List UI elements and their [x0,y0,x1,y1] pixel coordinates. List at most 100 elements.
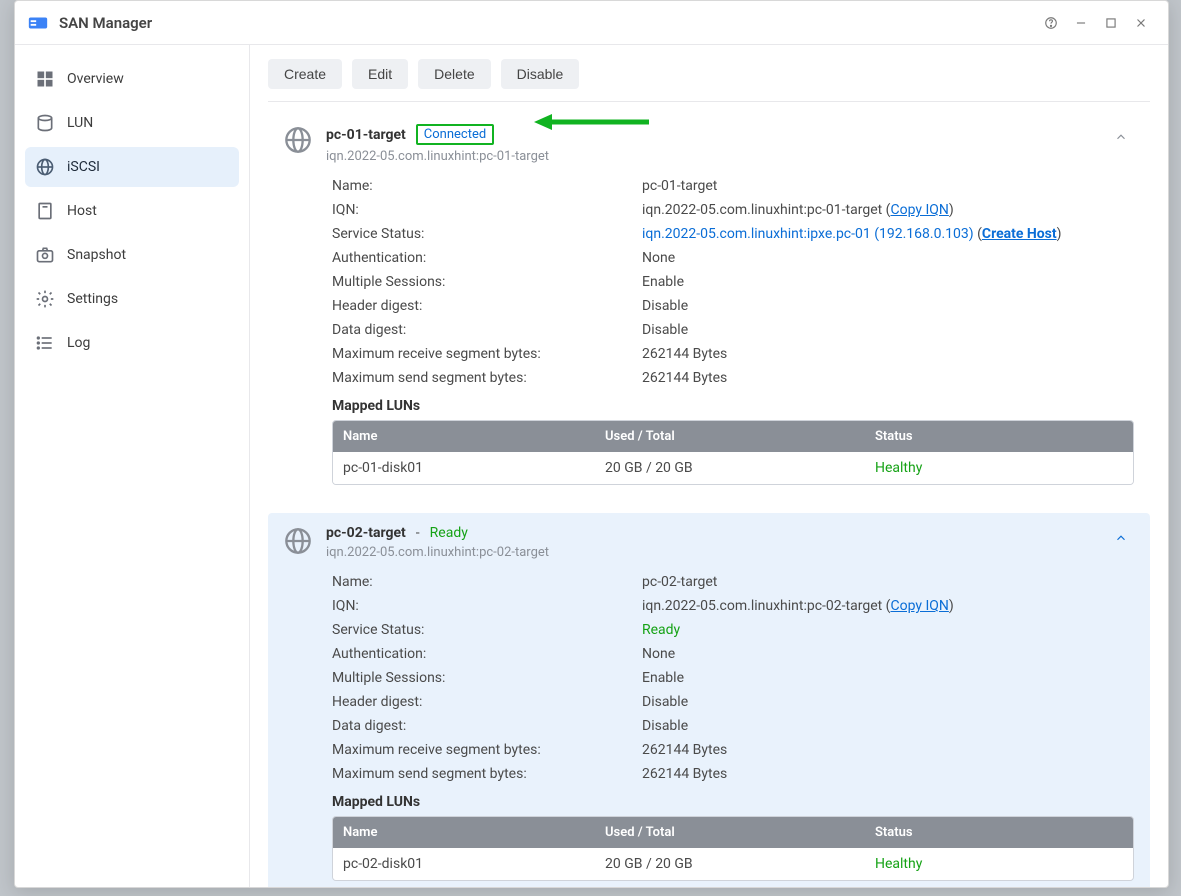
value-multiple-sessions: Enable [642,670,684,686]
sidebar-item-label: LUN [67,115,93,131]
list-icon [35,333,55,353]
collapse-toggle[interactable] [1108,124,1134,154]
value-iqn: iqn.2022-05.com.linuxhint:pc-02-target (… [642,598,954,614]
value-service-status: Ready [642,622,680,638]
disable-button[interactable]: Disable [501,59,580,89]
sidebar: Overview LUN iSCSI Host Snapshot Setting… [15,45,250,887]
lun-status: Healthy [865,452,1133,484]
target-iqn-sub: iqn.2022-05.com.linuxhint:pc-01-target [326,149,1094,164]
create-button[interactable]: Create [268,59,342,89]
label-name: Name: [332,178,642,194]
copy-iqn-link[interactable]: Copy IQN [890,202,948,218]
value-data-digest: Disable [642,718,688,734]
label-iqn: IQN: [332,202,642,218]
camera-icon [35,245,55,265]
dashboard-icon [35,69,55,89]
app-title: SAN Manager [59,14,152,32]
create-host-link[interactable]: Create Host [982,226,1057,242]
label-iqn: IQN: [332,598,642,614]
copy-iqn-link[interactable]: Copy IQN [890,598,948,614]
col-header-status: Status [865,421,1133,452]
value-name: pc-02-target [642,574,717,590]
help-button[interactable] [1036,8,1066,38]
gear-icon [35,289,55,309]
sidebar-item-label: Snapshot [67,247,126,263]
label-data-digest: Data digest: [332,322,642,338]
label-max-recv: Maximum receive segment bytes: [332,346,642,362]
sidebar-item-lun[interactable]: LUN [25,103,239,143]
globe-icon [284,527,312,555]
value-max-send: 262144 Bytes [642,766,727,782]
sidebar-item-label: Log [67,335,90,351]
sidebar-item-label: Settings [67,291,118,307]
value-authentication: None [642,250,675,266]
label-data-digest: Data digest: [332,718,642,734]
target-title: pc-02-target [326,525,406,541]
close-button[interactable] [1126,8,1156,38]
label-authentication: Authentication: [332,250,642,266]
toolbar: Create Edit Delete Disable [268,59,1150,102]
sidebar-item-host[interactable]: Host [25,191,239,231]
disk-icon [35,113,55,133]
label-service-status: Service Status: [332,622,642,638]
minimize-button[interactable] [1066,8,1096,38]
target-title: pc-01-target [326,127,406,143]
value-multiple-sessions: Enable [642,274,684,290]
label-service-status: Service Status: [332,226,642,242]
label-max-send: Maximum send segment bytes: [332,766,642,782]
value-authentication: None [642,646,675,662]
label-header-digest: Header digest: [332,298,642,314]
label-header-digest: Header digest: [332,694,642,710]
value-max-send: 262144 Bytes [642,370,727,386]
value-name: pc-01-target [642,178,717,194]
value-data-digest: Disable [642,322,688,338]
label-name: Name: [332,574,642,590]
sidebar-item-settings[interactable]: Settings [25,279,239,319]
col-header-name: Name [333,421,595,452]
value-service-status: iqn.2022-05.com.linuxhint:ipxe.pc-01 (19… [642,226,1061,242]
value-max-recv: 262144 Bytes [642,346,727,362]
sidebar-item-snapshot[interactable]: Snapshot [25,235,239,275]
value-header-digest: Disable [642,298,688,314]
maximize-button[interactable] [1096,8,1126,38]
lun-table: Name Used / Total Status pc-01-disk01 20… [332,420,1134,485]
sidebar-item-overview[interactable]: Overview [25,59,239,99]
label-multiple-sessions: Multiple Sessions: [332,670,642,686]
edit-button[interactable]: Edit [352,59,408,89]
sidebar-item-label: iSCSI [67,159,100,175]
value-iqn: iqn.2022-05.com.linuxhint:pc-01-target (… [642,202,954,218]
col-header-name: Name [333,817,595,848]
mapped-luns-heading: Mapped LUNs [332,794,1134,810]
target-card[interactable]: pc-02-target - Ready iqn.2022-05.com.lin… [268,513,1150,887]
lun-table: Name Used / Total Status pc-02-disk01 20… [332,816,1134,881]
table-row[interactable]: pc-02-disk01 20 GB / 20 GB Healthy [333,848,1133,880]
table-row[interactable]: pc-01-disk01 20 GB / 20 GB Healthy [333,452,1133,484]
lun-used: 20 GB / 20 GB [595,452,865,484]
sidebar-item-log[interactable]: Log [25,323,239,363]
value-max-recv: 262144 Bytes [642,742,727,758]
lun-status: Healthy [865,848,1133,880]
lun-name: pc-01-disk01 [333,452,595,484]
value-header-digest: Disable [642,694,688,710]
lun-name: pc-02-disk01 [333,848,595,880]
delete-button[interactable]: Delete [418,59,490,89]
sidebar-item-iscsi[interactable]: iSCSI [25,147,239,187]
app-window: SAN Manager Overview LUN iSCSI Host [14,0,1169,888]
sidebar-item-label: Overview [67,71,124,87]
label-max-send: Maximum send segment bytes: [332,370,642,386]
target-card[interactable]: pc-01-target Connected iqn.2022-05.com.l… [268,112,1150,501]
status-badge-connected: Connected [416,124,494,145]
collapse-toggle[interactable] [1108,525,1134,555]
label-max-recv: Maximum receive segment bytes: [332,742,642,758]
col-header-status: Status [865,817,1133,848]
sidebar-item-label: Host [67,203,97,219]
host-icon [35,201,55,221]
status-badge-ready: Ready [430,525,468,541]
main-content: Create Edit Delete Disable pc-01-target … [250,45,1168,887]
globe-icon [35,157,55,177]
globe-icon [284,126,312,154]
app-icon [27,12,49,34]
mapped-luns-heading: Mapped LUNs [332,398,1134,414]
col-header-used: Used / Total [595,817,865,848]
target-iqn-sub: iqn.2022-05.com.linuxhint:pc-02-target [326,545,1094,560]
